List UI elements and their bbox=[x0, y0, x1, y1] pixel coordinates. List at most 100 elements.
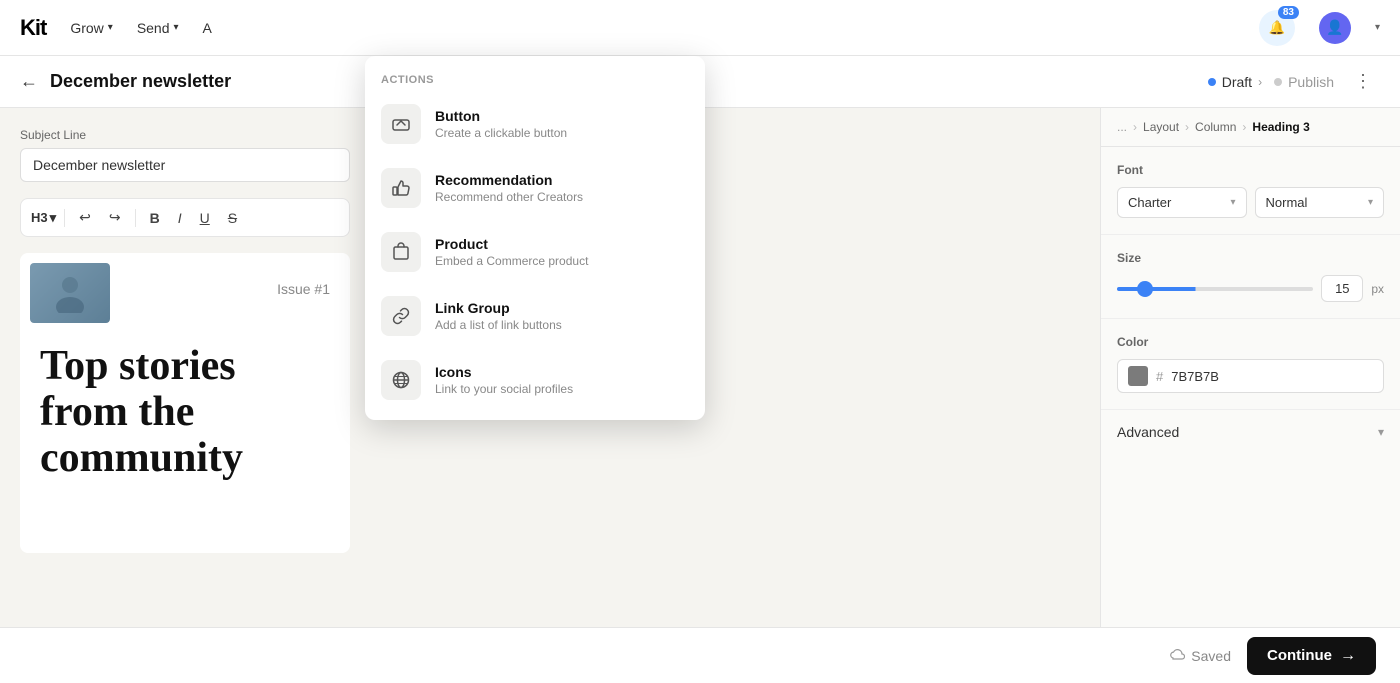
image-placeholder bbox=[30, 263, 110, 323]
advanced-arrow-icon: ▾ bbox=[1378, 425, 1384, 439]
size-input[interactable] bbox=[1321, 275, 1363, 302]
avatar-dropdown-icon[interactable]: ▾ bbox=[1375, 22, 1380, 33]
dropdown-item-icons[interactable]: Icons Link to your social profiles bbox=[365, 348, 705, 412]
size-slider[interactable] bbox=[1117, 287, 1313, 291]
color-label: Color bbox=[1117, 335, 1384, 349]
image-silhouette-icon bbox=[50, 273, 90, 313]
top-nav: Kit Grow ▾ Send ▾ A 🔔 83 👤 ▾ bbox=[0, 0, 1400, 56]
dropdown-header: Actions bbox=[365, 64, 705, 92]
icons-icon bbox=[381, 360, 421, 400]
breadcrumb-active: Heading 3 bbox=[1252, 120, 1309, 134]
continue-label: Continue bbox=[1267, 647, 1332, 664]
button-icon bbox=[381, 104, 421, 144]
color-hex-input[interactable] bbox=[1171, 369, 1251, 384]
button-item-title: Button bbox=[435, 108, 567, 124]
advanced-label: Advanced bbox=[1117, 424, 1179, 440]
dropdown-item-product[interactable]: Product Embed a Commerce product bbox=[365, 220, 705, 284]
saved-label: Saved bbox=[1191, 648, 1231, 664]
left-panel: Subject Line H3 ▾ ↩ ↪ B I U S bbox=[0, 108, 370, 683]
color-swatch bbox=[1128, 366, 1148, 386]
bell-icon: 🔔 bbox=[1269, 20, 1286, 36]
font-label: Font bbox=[1117, 163, 1384, 177]
avatar[interactable]: 👤 bbox=[1319, 12, 1351, 44]
back-button[interactable]: ← bbox=[20, 71, 38, 92]
product-icon bbox=[381, 232, 421, 272]
color-hash-icon: # bbox=[1156, 369, 1163, 384]
nav-grow[interactable]: Grow ▾ bbox=[70, 20, 112, 36]
size-section: Size px bbox=[1101, 235, 1400, 319]
issue-text: Issue #1 bbox=[277, 281, 330, 297]
strikethrough-button[interactable]: S bbox=[222, 206, 243, 230]
send-arrow-icon: ▾ bbox=[174, 22, 179, 33]
link-group-icon bbox=[381, 296, 421, 336]
editor-title: December newsletter bbox=[50, 71, 231, 92]
breadcrumb-column[interactable]: Column bbox=[1195, 120, 1236, 134]
grow-arrow-icon: ▾ bbox=[108, 22, 113, 33]
recommendation-item-title: Recommendation bbox=[435, 172, 583, 188]
draft-status: Draft › bbox=[1208, 74, 1262, 90]
dropdown-item-button[interactable]: Button Create a clickable button bbox=[365, 92, 705, 156]
font-row: Charter ▾ Normal ▾ bbox=[1117, 187, 1384, 218]
subject-input[interactable] bbox=[20, 148, 350, 182]
product-embed-icon bbox=[391, 242, 411, 262]
dropdown-item-link-group[interactable]: Link Group Add a list of link buttons bbox=[365, 284, 705, 348]
advanced-section[interactable]: Advanced ▾ bbox=[1101, 410, 1400, 454]
font-style-select[interactable]: Normal ▾ bbox=[1255, 187, 1385, 218]
dropdown-item-recommendation[interactable]: Recommendation Recommend other Creators bbox=[365, 156, 705, 220]
publish-label: Publish bbox=[1288, 74, 1334, 90]
notification-button[interactable]: 🔔 83 bbox=[1259, 10, 1295, 46]
subject-label: Subject Line bbox=[20, 128, 350, 142]
size-label: Size bbox=[1117, 251, 1384, 265]
font-section: Font Charter ▾ Normal ▾ bbox=[1101, 147, 1400, 235]
italic-button[interactable]: I bbox=[172, 206, 188, 230]
bold-button[interactable]: B bbox=[144, 206, 166, 230]
font-style-arrow-icon: ▾ bbox=[1368, 197, 1373, 208]
heading3-selector[interactable]: H3 ▾ bbox=[31, 210, 56, 226]
size-unit: px bbox=[1371, 282, 1384, 296]
color-section: Color # bbox=[1101, 319, 1400, 410]
draft-label: Draft bbox=[1222, 74, 1252, 90]
toolbar-divider-1 bbox=[64, 209, 65, 227]
publish-dot-icon bbox=[1274, 78, 1282, 86]
right-panel: ... › Layout › Column › Heading 3 Font C… bbox=[1100, 108, 1400, 683]
toolbar-divider-2 bbox=[135, 209, 136, 227]
breadcrumb: ... › Layout › Column › Heading 3 bbox=[1101, 108, 1400, 147]
newsletter-image bbox=[30, 263, 110, 323]
footer-bar: Saved Continue → bbox=[0, 627, 1400, 683]
headline-line2: community bbox=[40, 435, 243, 481]
product-item-title: Product bbox=[435, 236, 588, 252]
h3-arrow-icon: ▾ bbox=[50, 210, 57, 226]
font-family-arrow-icon: ▾ bbox=[1230, 197, 1235, 208]
h3-label: H3 bbox=[31, 210, 48, 225]
icons-item-desc: Link to your social profiles bbox=[435, 382, 573, 396]
status-chevron-icon: › bbox=[1258, 75, 1262, 89]
continue-arrow-icon: → bbox=[1340, 647, 1356, 665]
continue-button[interactable]: Continue → bbox=[1247, 637, 1376, 675]
avatar-icon: 👤 bbox=[1326, 19, 1343, 36]
formatting-toolbar: H3 ▾ ↩ ↪ B I U S bbox=[20, 198, 350, 237]
draft-dot-icon bbox=[1208, 78, 1216, 86]
breadcrumb-dots[interactable]: ... bbox=[1117, 120, 1127, 134]
notification-badge: 83 bbox=[1278, 6, 1299, 19]
recommendation-item-desc: Recommend other Creators bbox=[435, 190, 583, 204]
kit-logo: Kit bbox=[20, 15, 46, 41]
nav-actions[interactable]: A bbox=[203, 20, 212, 36]
actions-dropdown: Actions Button Create a clickable button… bbox=[365, 56, 705, 420]
saved-status: Saved bbox=[1169, 648, 1231, 664]
undo-button[interactable]: ↩ bbox=[73, 205, 97, 230]
color-row[interactable]: # bbox=[1117, 359, 1384, 393]
font-family-value: Charter bbox=[1128, 195, 1171, 210]
redo-button[interactable]: ↪ bbox=[103, 205, 127, 230]
breadcrumb-layout[interactable]: Layout bbox=[1143, 120, 1179, 134]
recommendation-icon bbox=[381, 168, 421, 208]
underline-button[interactable]: U bbox=[194, 206, 216, 230]
editor-content: Issue #1 Top stories from the community bbox=[20, 253, 350, 553]
cloud-save-icon bbox=[1169, 648, 1185, 664]
more-options-button[interactable]: ⋮ bbox=[1346, 67, 1380, 96]
nav-send[interactable]: Send ▾ bbox=[137, 20, 179, 36]
publish-status[interactable]: Publish bbox=[1274, 74, 1334, 90]
button-item-desc: Create a clickable button bbox=[435, 126, 567, 140]
font-style-value: Normal bbox=[1266, 195, 1308, 210]
product-item-desc: Embed a Commerce product bbox=[435, 254, 588, 268]
font-family-select[interactable]: Charter ▾ bbox=[1117, 187, 1247, 218]
